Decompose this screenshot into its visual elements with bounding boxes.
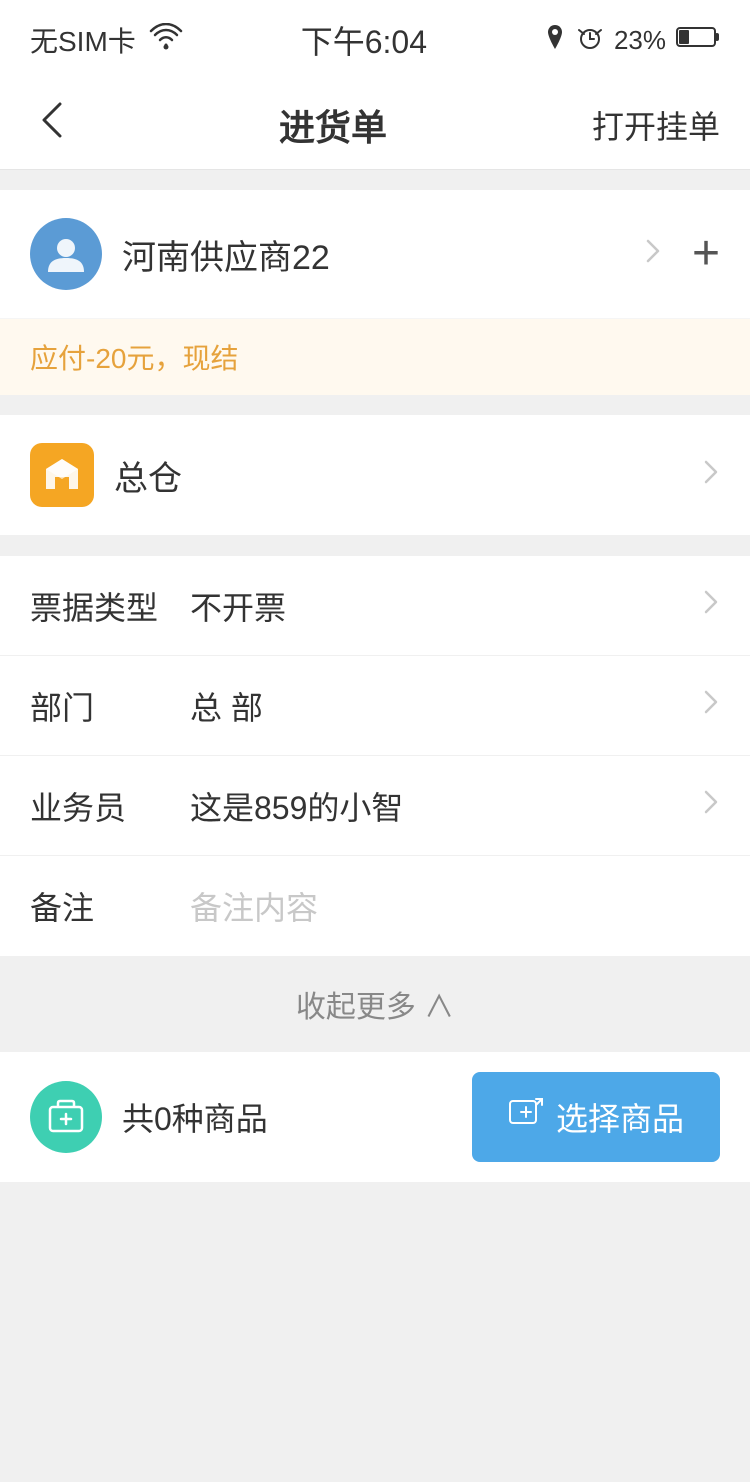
warehouse-name: 总仓 [114, 451, 704, 500]
salesperson-label: 业务员 [30, 783, 170, 829]
collapse-row[interactable]: 收起更多 ∧ [0, 956, 750, 1052]
invoice-type-arrow-icon [704, 587, 720, 624]
invoice-type-label: 票据类型 [30, 583, 170, 629]
department-label: 部门 [30, 683, 170, 729]
invoice-type-value: 不开票 [170, 583, 704, 629]
select-btn-icon [508, 1097, 544, 1138]
remark-input[interactable]: 备注内容 [170, 883, 720, 929]
status-right: 23% [544, 23, 720, 58]
battery-icon [676, 25, 720, 56]
status-bar: 无SIM卡 下午6:04 23% [0, 0, 750, 80]
supplier-name: 河南供应商22 [122, 230, 646, 279]
page-title: 进货单 [279, 99, 387, 151]
salesperson-value: 这是859的小智 [170, 783, 704, 829]
gap-2 [0, 395, 750, 415]
salesperson-arrow-icon [704, 787, 720, 824]
carrier-text: 无SIM卡 [30, 20, 136, 60]
supplier-row: 河南供应商22 + [0, 190, 750, 319]
product-icon-wrap [30, 1081, 102, 1153]
select-product-button[interactable]: 选择商品 [472, 1072, 720, 1162]
alarm-icon [576, 23, 604, 58]
supplier-card: 河南供应商22 + 应付-20元，现结 [0, 190, 750, 395]
bottom-bar: 共0种商品 选择商品 [0, 1052, 750, 1182]
department-row[interactable]: 部门 总 部 [0, 656, 750, 756]
gap-1 [0, 170, 750, 190]
collapse-text: 收起更多 ∧ [296, 982, 454, 1026]
add-supplier-button[interactable]: + [692, 230, 720, 278]
wifi-icon [148, 23, 184, 58]
department-value: 总 部 [170, 683, 704, 729]
product-count-text: 共0种商品 [122, 1094, 472, 1140]
status-time: 下午6:04 [301, 17, 427, 63]
notice-text: 应付-20元，现结 [30, 343, 238, 374]
location-icon [544, 23, 566, 58]
department-arrow-icon [704, 687, 720, 724]
select-product-label: 选择商品 [556, 1094, 684, 1140]
page-background [0, 1182, 750, 1482]
remark-row[interactable]: 备注 备注内容 [0, 856, 750, 956]
status-left: 无SIM卡 [30, 20, 184, 60]
invoice-type-row[interactable]: 票据类型 不开票 [0, 556, 750, 656]
nav-bar: 进货单 打开挂单 [0, 80, 750, 170]
supplier-arrow-icon[interactable] [646, 236, 662, 273]
warehouse-row[interactable]: 总仓 [0, 415, 750, 536]
form-section: 票据类型 不开票 部门 总 部 业务员 这是859的小智 备注 备注内容 [0, 556, 750, 956]
salesperson-row[interactable]: 业务员 这是859的小智 [0, 756, 750, 856]
warehouse-icon [30, 443, 94, 507]
warehouse-arrow-icon [704, 457, 720, 494]
notice-row: 应付-20元，现结 [0, 319, 750, 395]
supplier-avatar [30, 218, 102, 290]
open-pending-button[interactable]: 打开挂单 [592, 102, 720, 148]
back-button[interactable] [30, 90, 74, 160]
remark-label: 备注 [30, 883, 170, 929]
battery-percent: 23% [614, 25, 666, 56]
